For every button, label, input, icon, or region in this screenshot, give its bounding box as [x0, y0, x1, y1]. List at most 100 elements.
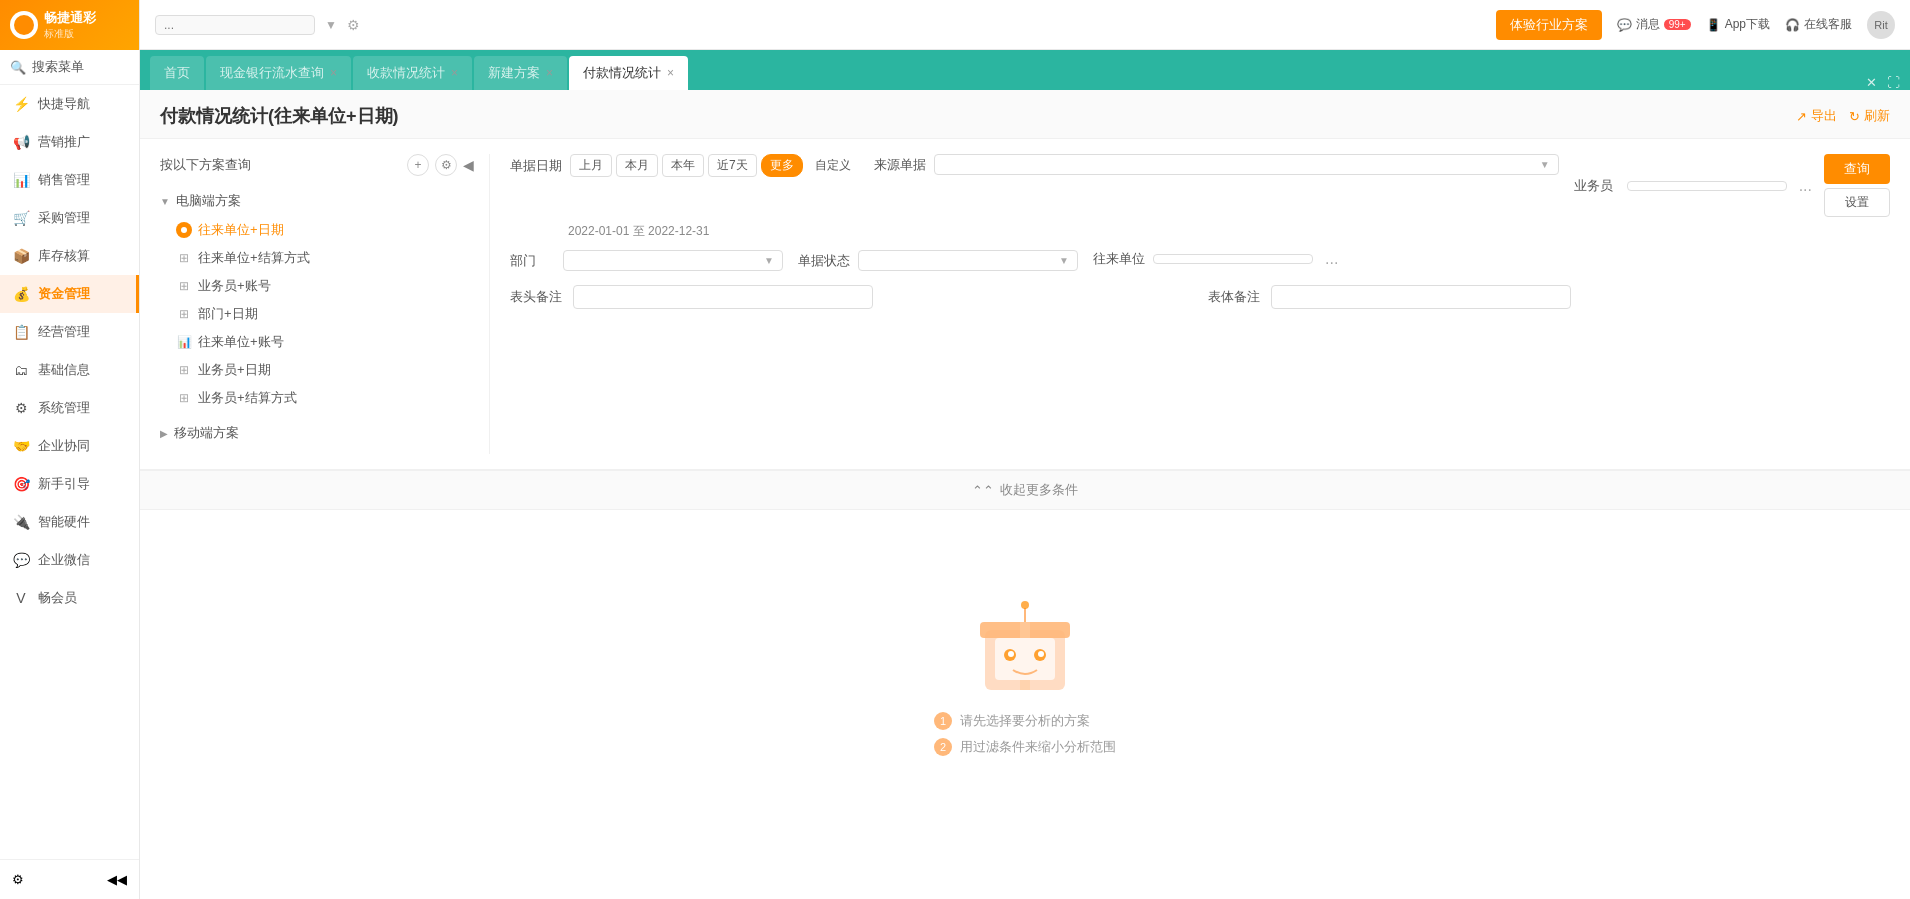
tab-receipt-label: 收款情况统计 [367, 64, 445, 82]
scheme-group-mobile-title[interactable]: ▶ 移动端方案 [160, 418, 474, 448]
collapse-bar[interactable]: ⌃⌃ 收起更多条件 [140, 470, 1910, 510]
refresh-button[interactable]: ↻ 刷新 [1849, 107, 1890, 125]
user-avatar[interactable]: Rit [1867, 11, 1895, 39]
sidebar-item-quick-nav[interactable]: ⚡ 快捷导航 [0, 85, 139, 123]
note-body-input[interactable] [1271, 285, 1571, 309]
sidebar-item-finance[interactable]: 💰 资金管理 [0, 275, 139, 313]
scheme-item-salesperson-account[interactable]: ⊞ 业务员+账号 [170, 272, 474, 300]
dept-select[interactable]: ▼ [563, 250, 783, 271]
scheme-item-salesperson-settlement[interactable]: ⊞ 业务员+结算方式 [170, 384, 474, 412]
settings-icon[interactable]: ⚙ [12, 872, 24, 887]
arrow-down-icon: ▼ [160, 196, 170, 207]
sidebar-item-enterprise[interactable]: 🤝 企业协同 [0, 427, 139, 465]
scheme-item-counterpart-account[interactable]: 📊 往来单位+账号 [170, 328, 474, 356]
scheme-panel-title: 按以下方案查询 [160, 156, 251, 174]
scheme-item-salesperson-date[interactable]: ⊞ 业务员+日期 [170, 356, 474, 384]
scheme-item-counterpart-settlement[interactable]: ⊞ 往来单位+结算方式 [170, 244, 474, 272]
note-body-label: 表体备注 [1208, 288, 1263, 306]
tab-bar: 首页 现金银行流水查询 × 收款情况统计 × 新建方案 × 付款情况统计 × ✕… [140, 50, 1910, 90]
tab-new[interactable]: 新建方案 × [474, 56, 567, 90]
date-btn-this-month[interactable]: 本月 [616, 154, 658, 177]
salesperson-dots[interactable]: ... [1799, 177, 1812, 195]
sidebar-item-basic[interactable]: 🗂 基础信息 [0, 351, 139, 389]
sidebar-search-label: 搜索菜单 [32, 58, 84, 76]
hint-num-1: 1 [934, 712, 952, 730]
sidebar-item-hardware[interactable]: 🔌 智能硬件 [0, 503, 139, 541]
query-button[interactable]: 查询 [1824, 154, 1890, 184]
sidebar-item-system[interactable]: ⚙ 系统管理 [0, 389, 139, 427]
sidebar-item-label: 营销推广 [38, 133, 90, 151]
system-icon: ⚙ [12, 399, 30, 417]
scheme-collapse-button[interactable]: ◀ [463, 157, 474, 173]
scheme-settings-button[interactable]: ⚙ [435, 154, 457, 176]
trial-button[interactable]: 体验行业方案 [1496, 10, 1602, 40]
sidebar-item-label: 系统管理 [38, 399, 90, 417]
scheme-group-desktop-title[interactable]: ▼ 电脑端方案 [160, 186, 474, 216]
date-btn-more[interactable]: 更多 [761, 154, 803, 177]
sidebar-item-label: 畅会员 [38, 589, 77, 607]
collapse-sidebar-icon[interactable]: ◀◀ [107, 872, 127, 887]
refresh-label: 刷新 [1864, 107, 1890, 125]
tab-receipt-close[interactable]: × [451, 66, 458, 80]
sidebar-item-sales[interactable]: 📊 销售管理 [0, 161, 139, 199]
scheme-item-dept-date[interactable]: ⊞ 部门+日期 [170, 300, 474, 328]
tab-new-close[interactable]: × [546, 66, 553, 80]
sidebar-item-label: 智能硬件 [38, 513, 90, 531]
filter-row-2: 部门 ▼ 单据状态 ▼ [510, 250, 1890, 271]
scheme-add-button[interactable]: + [407, 154, 429, 176]
tab-home[interactable]: 首页 [150, 56, 204, 90]
settings-button[interactable]: 设置 [1824, 188, 1890, 217]
sidebar-item-wechat[interactable]: 💬 企业微信 [0, 541, 139, 579]
app-subtitle: 标准版 [44, 27, 96, 41]
note-header-input[interactable] [573, 285, 873, 309]
breadcrumb-input[interactable] [155, 15, 315, 35]
tab-bank-close[interactable]: × [330, 66, 337, 80]
tab-payment-close[interactable]: × [667, 66, 674, 80]
maximize-icon[interactable]: ⛶ [1887, 75, 1900, 90]
date-btn-custom[interactable]: 自定义 [807, 155, 859, 176]
date-btn-7days[interactable]: 近7天 [708, 154, 757, 177]
sidebar-item-guide[interactable]: 🎯 新手引导 [0, 465, 139, 503]
close-all-icon[interactable]: ✕ [1866, 75, 1877, 90]
empty-hint-2: 2 用过滤条件来缩小分析范围 [934, 738, 1116, 756]
tabs-actions: ✕ ⛶ [1866, 75, 1900, 90]
sidebar-item-purchase[interactable]: 🛒 采购管理 [0, 199, 139, 237]
tab-payment[interactable]: 付款情况统计 × [569, 56, 688, 90]
salesperson-input[interactable] [1627, 181, 1787, 191]
grid-icon: ⊞ [176, 362, 192, 378]
source-select[interactable]: ▼ [934, 154, 1559, 175]
source-label: 来源单据 [874, 156, 926, 174]
empty-state: 1 请先选择要分析的方案 2 用过滤条件来缩小分析范围 [140, 510, 1910, 836]
hardware-icon: 🔌 [12, 513, 30, 531]
app-title: 畅捷通彩 [44, 9, 96, 27]
header-actions: 体验行业方案 💬 消息 99+ 📱 App下载 🎧 在线客服 Rit [1496, 10, 1895, 40]
sidebar-item-inventory[interactable]: 📦 库存核算 [0, 237, 139, 275]
date-buttons: 上月 本月 本年 近7天 更多 自定义 [570, 154, 859, 177]
tab-bank[interactable]: 现金银行流水查询 × [206, 56, 351, 90]
grid-icon: ⊞ [176, 390, 192, 406]
export-button[interactable]: ↗ 导出 [1796, 107, 1837, 125]
business-icon: 📋 [12, 323, 30, 341]
counterpart-input[interactable] [1153, 254, 1313, 264]
doc-status-select[interactable]: ▼ [858, 250, 1078, 271]
tab-receipt[interactable]: 收款情况统计 × [353, 56, 472, 90]
sidebar-item-label: 经营管理 [38, 323, 90, 341]
chevron-up-icon: ⌃⌃ [972, 483, 994, 498]
sidebar-search-item[interactable]: 🔍 搜索菜单 [0, 50, 139, 85]
sidebar-item-business[interactable]: 📋 经营管理 [0, 313, 139, 351]
date-btn-this-year[interactable]: 本年 [662, 154, 704, 177]
scheme-item-counterpart-date[interactable]: 往来单位+日期 [170, 216, 474, 244]
online-service-button[interactable]: 🎧 在线客服 [1785, 16, 1852, 33]
sidebar-item-marketing[interactable]: 📢 营销推广 [0, 123, 139, 161]
notification-button[interactable]: 💬 消息 99+ [1617, 16, 1691, 33]
quick-nav-icon: ⚡ [12, 95, 30, 113]
gear-icon[interactable]: ⚙ [347, 17, 360, 33]
counterpart-dots[interactable]: ... [1325, 250, 1338, 268]
chevron-down-icon[interactable]: ▼ [325, 18, 337, 32]
purchase-icon: 🛒 [12, 209, 30, 227]
sidebar-item-member[interactable]: V 畅会员 [0, 579, 139, 617]
filter-date-field: 单据日期 上月 本月 本年 近7天 更多 自定义 [510, 154, 859, 177]
date-btn-last-month[interactable]: 上月 [570, 154, 612, 177]
filter-panel: 按以下方案查询 + ⚙ ◀ [140, 139, 1910, 470]
app-download-button[interactable]: 📱 App下载 [1706, 16, 1770, 33]
